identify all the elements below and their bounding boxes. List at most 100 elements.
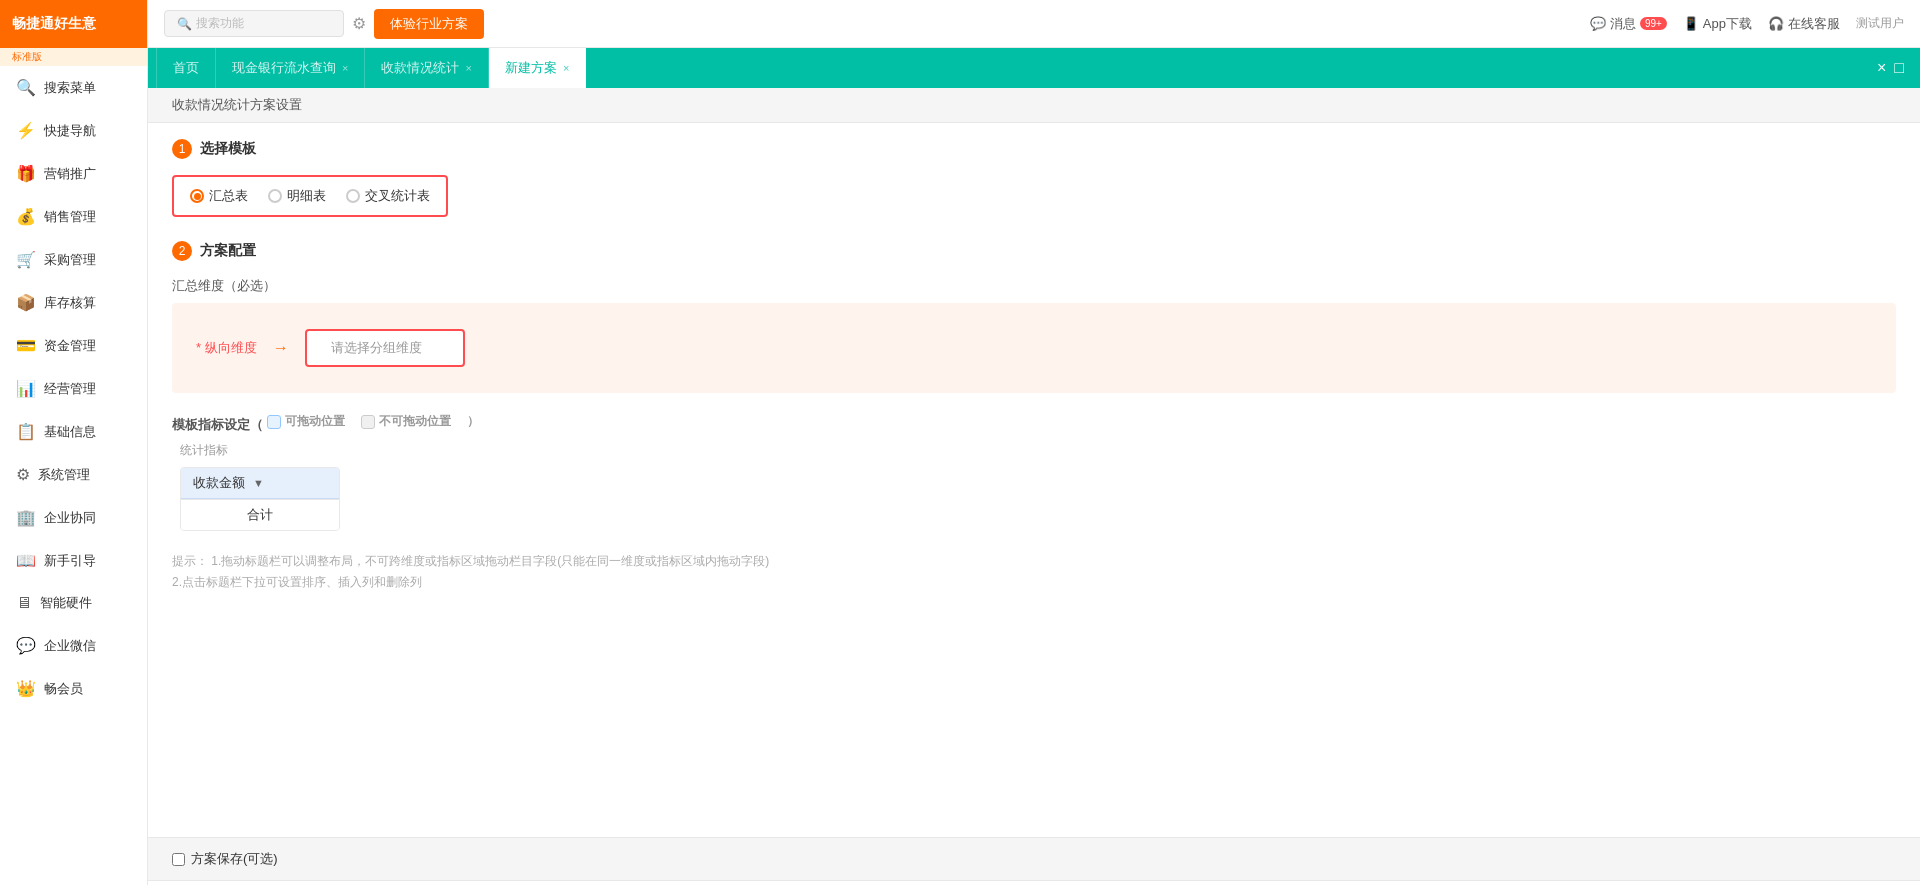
sidebar-item-sales[interactable]: 💰 销售管理	[0, 195, 147, 238]
content-area: 收款情况统计方案设置 1 选择模板 汇总表 明细	[148, 88, 1920, 885]
service-icon: 🎧	[1768, 16, 1784, 31]
sidebar-item-quick-nav[interactable]: ⚡ 快捷导航	[0, 109, 147, 152]
sidebar-item-label: 基础信息	[44, 423, 96, 441]
tab-bank-flow[interactable]: 现金银行流水查询 ×	[216, 48, 365, 88]
sidebar-item-label: 搜索菜单	[44, 79, 96, 97]
radio-cross[interactable]: 交叉统计表	[346, 187, 430, 205]
sidebar-item-marketing[interactable]: 🎁 营销推广	[0, 152, 147, 195]
search-menu-icon: 🔍	[16, 78, 36, 97]
window-maximize-icon[interactable]: □	[1894, 59, 1904, 77]
dimension-group-label: 汇总维度（必选）	[172, 277, 1896, 295]
tip-2-text: 2.点击标题栏下拉可设置排序、插入列和删除列	[172, 572, 422, 594]
dimension-area: * 纵向维度 → 请选择分组维度	[172, 303, 1896, 393]
radio-detail-label: 明细表	[287, 187, 326, 205]
metrics-section-label: 统计指标	[180, 442, 340, 459]
inventory-icon: 📦	[16, 293, 36, 312]
save-checkbox-text: 方案保存(可选)	[191, 850, 278, 868]
metrics-header-row: 模板指标设定（ 可拖动位置 不可拖动位置 ）	[172, 413, 1896, 434]
topbar: 🔍 搜索功能 ⚙ 体验行业方案 💬 消息 99+ 📱 App下载 🎧 在线客服 …	[148, 0, 1920, 48]
download-button[interactable]: 📱 App下载	[1683, 15, 1752, 33]
tip-line-1: 提示： 1.拖动标题栏可以调整布局，不可跨维度或指标区域拖动栏目字段(只能在同一…	[172, 551, 1896, 573]
section1-header: 1 选择模板	[172, 139, 1896, 159]
base-info-icon: 📋	[16, 422, 36, 441]
notification-label: 消息	[1610, 15, 1636, 33]
radio-summary-label: 汇总表	[209, 187, 248, 205]
sidebar-item-label: 企业协同	[44, 509, 96, 527]
save-checkbox[interactable]	[172, 853, 185, 866]
metrics-setting-label: 模板指标设定（ 可拖动位置 不可拖动位置 ）	[172, 413, 479, 434]
radio-summary[interactable]: 汇总表	[190, 187, 248, 205]
tab-collection-stats-label: 收款情况统计	[381, 59, 459, 77]
capital-icon: 💳	[16, 336, 36, 355]
service-label: 在线客服	[1788, 15, 1840, 33]
sidebar-item-label: 新手引导	[44, 552, 96, 570]
search-box[interactable]: 🔍 搜索功能	[164, 10, 344, 37]
member-icon: 👑	[16, 679, 36, 698]
sidebar-item-operations[interactable]: 📊 经营管理	[0, 367, 147, 410]
tab-home[interactable]: 首页	[156, 48, 216, 88]
sidebar-item-system[interactable]: ⚙ 系统管理	[0, 453, 147, 496]
tab-home-label: 首页	[173, 59, 199, 77]
tab-bank-flow-label: 现金银行流水查询	[232, 59, 336, 77]
nav-tabs: 首页 现金银行流水查询 × 收款情况统计 × 新建方案 × × □	[148, 48, 1920, 88]
tab-bank-flow-close[interactable]: ×	[342, 62, 348, 74]
service-button[interactable]: 🎧 在线客服	[1768, 15, 1840, 33]
system-icon: ⚙	[16, 465, 30, 484]
page-header: 收款情况统计方案设置	[148, 88, 1920, 123]
section2-number: 2	[172, 241, 192, 261]
non-draggable-legend: 不可拖动位置	[361, 413, 451, 430]
action-bar: 取消 查询	[148, 880, 1920, 885]
drag-legend: 可拖动位置 不可拖动位置 ）	[267, 413, 479, 430]
tab-collection-stats-close[interactable]: ×	[465, 62, 471, 74]
tab-new-plan[interactable]: 新建方案 ×	[489, 48, 586, 88]
metrics-header-label: 收款金额	[193, 474, 245, 492]
section2-header: 2 方案配置	[172, 241, 1896, 261]
sidebar-item-search[interactable]: 🔍 搜索菜单	[0, 66, 147, 109]
sidebar-item-label: 智能硬件	[40, 594, 92, 612]
sidebar: 畅捷通好生意 标准版 🔍 搜索菜单 ⚡ 快捷导航 🎁 营销推广 💰 销售管理 🛒…	[0, 0, 148, 885]
dimension-select[interactable]: 请选择分组维度	[305, 329, 465, 367]
notification-button[interactable]: 💬 消息 99+	[1590, 15, 1667, 33]
radio-summary-circle	[190, 189, 204, 203]
tab-new-plan-close[interactable]: ×	[563, 62, 569, 74]
tab-collection-stats[interactable]: 收款情况统计 ×	[365, 48, 488, 88]
smart-hw-icon: 🖥	[16, 594, 32, 612]
metrics-table: 收款金额 ▼ 合计	[180, 467, 340, 531]
radio-detail-circle	[268, 189, 282, 203]
metrics-dropdown-arrow-icon[interactable]: ▼	[253, 477, 264, 489]
sidebar-item-beginner[interactable]: 📖 新手引导	[0, 539, 147, 582]
sidebar-item-member[interactable]: 👑 畅会员	[0, 667, 147, 710]
sidebar-item-purchase[interactable]: 🛒 采购管理	[0, 238, 147, 281]
template-selection-box: 汇总表 明细表 交叉统计表	[172, 175, 448, 217]
save-checkbox-label[interactable]: 方案保存(可选)	[172, 850, 278, 868]
draggable-legend: 可拖动位置	[267, 413, 345, 430]
dimension-select-placeholder: 请选择分组维度	[331, 340, 422, 355]
draggable-indicator	[267, 415, 281, 429]
window-close-icon[interactable]: ×	[1877, 59, 1886, 77]
draggable-label: 可拖动位置	[285, 413, 345, 430]
user-name: 测试用户	[1856, 15, 1904, 32]
sales-icon: 💰	[16, 207, 36, 226]
sidebar-item-smart-hw[interactable]: 🖥 智能硬件	[0, 582, 147, 624]
sidebar-item-inventory[interactable]: 📦 库存核算	[0, 281, 147, 324]
topbar-left: 🔍 搜索功能 ⚙ 体验行业方案	[164, 9, 484, 39]
sidebar-item-base-info[interactable]: 📋 基础信息	[0, 410, 147, 453]
window-controls: × □	[1877, 59, 1912, 77]
breadcrumb: 收款情况统计方案设置	[172, 97, 302, 112]
radio-cross-label: 交叉统计表	[365, 187, 430, 205]
sidebar-item-wechat[interactable]: 💬 企业微信	[0, 624, 147, 667]
sidebar-item-enterprise[interactable]: 🏢 企业协同	[0, 496, 147, 539]
search-placeholder: 搜索功能	[196, 15, 244, 32]
gear-icon[interactable]: ⚙	[352, 14, 366, 33]
sidebar-item-label: 资金管理	[44, 337, 96, 355]
trial-button[interactable]: 体验行业方案	[374, 9, 484, 39]
sidebar-item-label: 系统管理	[38, 466, 90, 484]
page-footer: 方案保存(可选)	[148, 837, 1920, 880]
dimension-row: * 纵向维度 → 请选择分组维度	[196, 329, 465, 367]
radio-detail[interactable]: 明细表	[268, 187, 326, 205]
sidebar-item-capital[interactable]: 💳 资金管理	[0, 324, 147, 367]
metrics-table-header[interactable]: 收款金额 ▼	[181, 468, 339, 499]
search-icon: 🔍	[177, 17, 192, 31]
tip-line-2: 2.点击标题栏下拉可设置排序、插入列和删除列	[172, 572, 1896, 594]
notification-icon: 💬	[1590, 16, 1606, 31]
